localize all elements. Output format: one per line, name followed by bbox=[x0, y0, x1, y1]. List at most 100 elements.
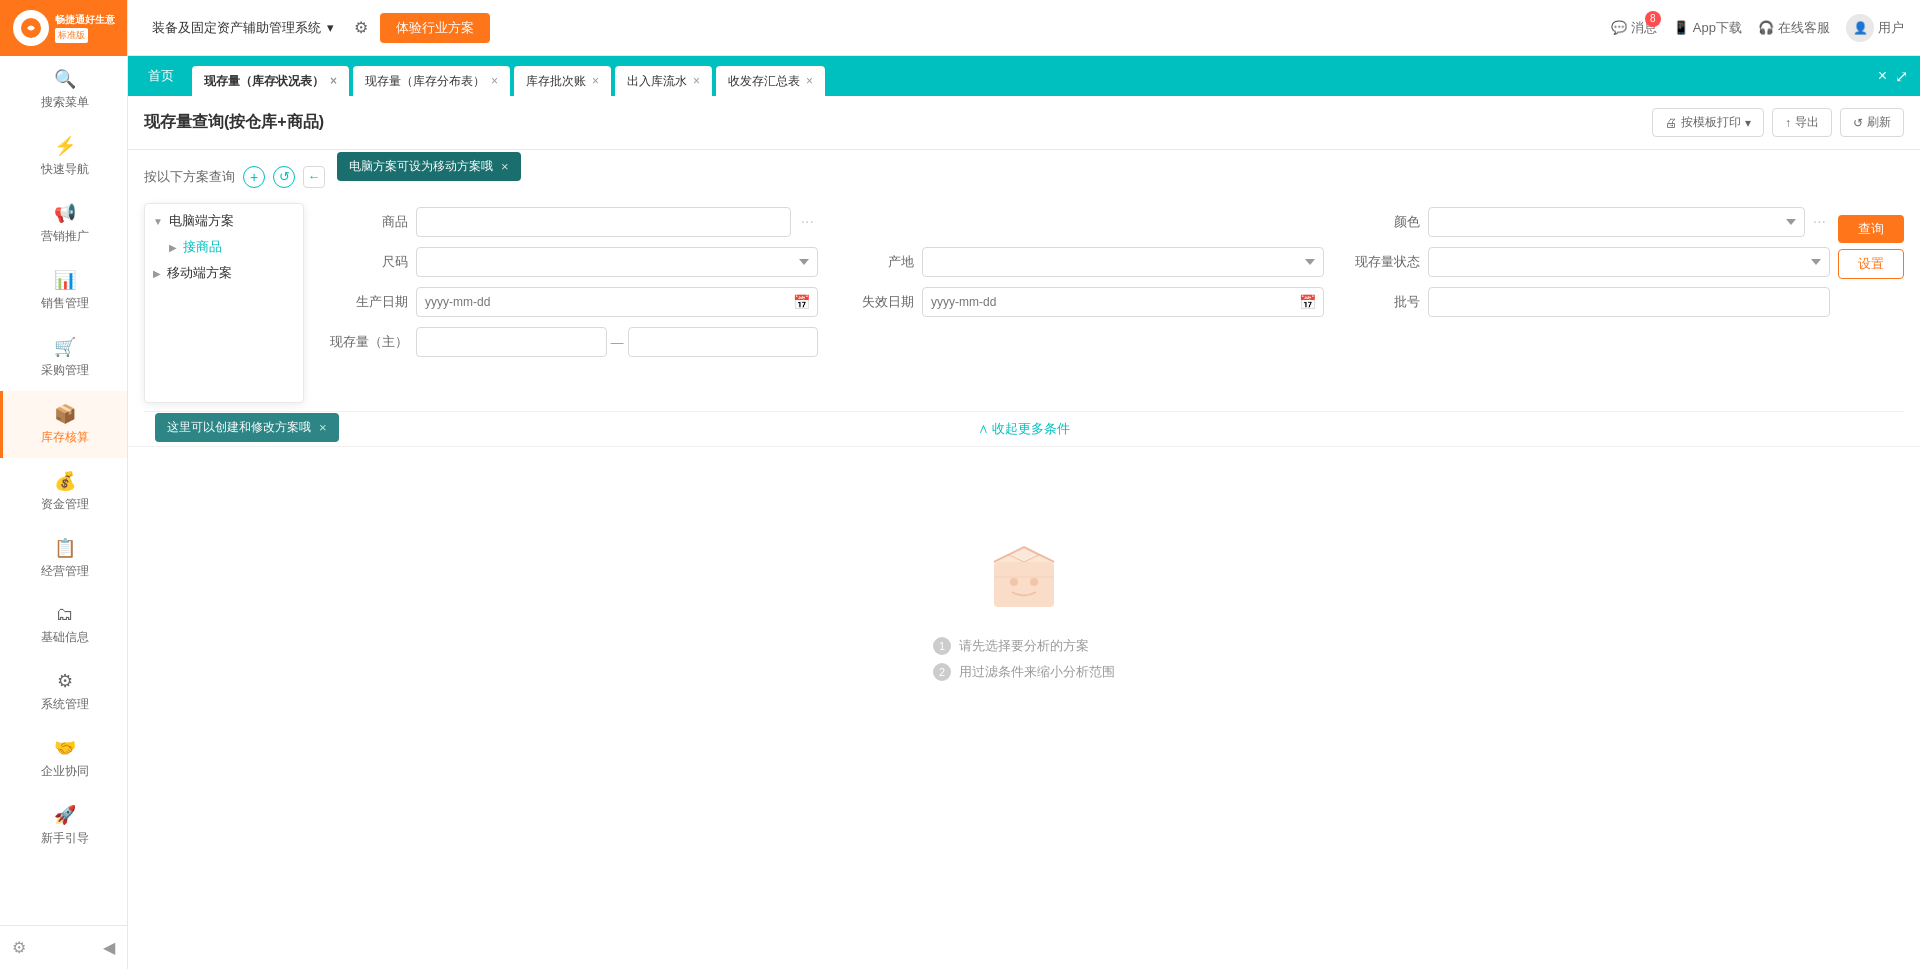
tab-close-icon[interactable]: × bbox=[491, 74, 498, 88]
marketing-icon: 📢 bbox=[54, 202, 76, 224]
footer-settings-icon[interactable]: ⚙ bbox=[12, 938, 26, 957]
tooltip2-close-icon[interactable]: × bbox=[319, 420, 327, 435]
mfg-date-input[interactable] bbox=[416, 287, 818, 317]
app-download-action[interactable]: 📱 App下载 bbox=[1673, 19, 1742, 37]
sidebar-item-enterprise[interactable]: 🤝 企业协同 bbox=[0, 725, 127, 792]
calendar-icon[interactable]: 📅 bbox=[793, 294, 810, 310]
color-select-wrap: ··· bbox=[1428, 207, 1830, 237]
sidebar-item-label: 基础信息 bbox=[41, 629, 89, 646]
size-select[interactable] bbox=[416, 247, 818, 277]
sidebar-item-marketing[interactable]: 📢 营销推广 bbox=[0, 190, 127, 257]
filter-refresh-button[interactable]: ↺ bbox=[273, 166, 295, 188]
filter-row-mfg-date: 生产日期 📅 bbox=[328, 287, 818, 317]
finance-icon: 💰 bbox=[54, 470, 76, 492]
mfg-date-label: 生产日期 bbox=[328, 293, 408, 311]
desktop-scheme-sub-item[interactable]: ▶ 接商品 bbox=[145, 234, 303, 260]
svg-point-2 bbox=[1010, 578, 1018, 586]
set-button[interactable]: 设置 bbox=[1838, 249, 1904, 279]
desktop-scheme-item[interactable]: ▼ 电脑端方案 bbox=[145, 208, 303, 234]
export-button[interactable]: ↑ 导出 bbox=[1772, 108, 1832, 137]
query-action-panel: 查询 设置 bbox=[1830, 203, 1904, 403]
tip-num-1: 1 bbox=[933, 637, 951, 655]
tab-receive-summary[interactable]: 收发存汇总表 × bbox=[716, 66, 825, 96]
tab-close-all-icon[interactable]: × bbox=[1878, 67, 1887, 86]
trial-button[interactable]: 体验行业方案 bbox=[380, 13, 490, 43]
tab-close-icon[interactable]: × bbox=[693, 74, 700, 88]
product-input-wrap: ··· bbox=[416, 207, 818, 237]
online-support-action[interactable]: 🎧 在线客服 bbox=[1758, 19, 1830, 37]
filter-add-button[interactable]: + bbox=[243, 166, 265, 188]
color-select[interactable] bbox=[1428, 207, 1805, 237]
message-icon: 💬 bbox=[1611, 20, 1627, 35]
user-label: 用户 bbox=[1878, 19, 1904, 37]
batch-input[interactable] bbox=[1428, 287, 1830, 317]
sidebar-footer: ⚙ ◀ bbox=[0, 925, 127, 969]
guide-icon: 🚀 bbox=[54, 804, 76, 826]
mobile-scheme-item[interactable]: ▶ 移动端方案 bbox=[145, 260, 303, 286]
stock-qty-min[interactable] bbox=[416, 327, 607, 357]
tab-inventory-status[interactable]: 现存量（库存状况表） × bbox=[192, 66, 349, 96]
filter-arrow-button[interactable]: ← bbox=[303, 166, 325, 188]
sidebar-item-label: 资金管理 bbox=[41, 496, 89, 513]
desktop-scheme-label: 电脑端方案 bbox=[169, 212, 234, 230]
tab-inventory-dist[interactable]: 现存量（库存分布表） × bbox=[353, 66, 510, 96]
sidebar-item-purchase[interactable]: 🛒 采购管理 bbox=[0, 324, 127, 391]
stock-status-select[interactable] bbox=[1428, 247, 1830, 277]
sidebar-item-guide[interactable]: 🚀 新手引导 bbox=[0, 792, 127, 859]
sidebar-item-finance[interactable]: 💰 资金管理 bbox=[0, 458, 127, 525]
refresh-icon: ↺ bbox=[1853, 116, 1863, 130]
tab-batch-account[interactable]: 库存批次账 × bbox=[514, 66, 611, 96]
sidebar-item-sales[interactable]: 📊 销售管理 bbox=[0, 257, 127, 324]
tab-label: 收发存汇总表 bbox=[728, 73, 800, 90]
footer-collapse-icon[interactable]: ◀ bbox=[103, 938, 115, 957]
sidebar-item-label: 系统管理 bbox=[41, 696, 89, 713]
exp-date-label: 失效日期 bbox=[834, 293, 914, 311]
product-input[interactable] bbox=[416, 207, 791, 237]
message-action[interactable]: 💬 消息 8 bbox=[1611, 19, 1657, 37]
sidebar-item-quicknav[interactable]: ⚡ 快速导航 bbox=[0, 123, 127, 190]
top-header: 装备及固定资产辅助管理系统 ▾ ⚙ 体验行业方案 💬 消息 8 📱 App下载 … bbox=[128, 0, 1920, 56]
tooltip-text: 电脑方案可设为移动方案哦 bbox=[349, 158, 493, 175]
origin-select[interactable] bbox=[922, 247, 1324, 277]
stock-qty-max[interactable] bbox=[628, 327, 819, 357]
tab-expand-icon[interactable]: ⤢ bbox=[1895, 67, 1908, 86]
user-action[interactable]: 👤 用户 bbox=[1846, 14, 1904, 42]
tab-close-icon[interactable]: × bbox=[592, 74, 599, 88]
sidebar-item-label: 营销推广 bbox=[41, 228, 89, 245]
color-dots-icon[interactable]: ··· bbox=[1809, 213, 1830, 231]
query-button[interactable]: 查询 bbox=[1838, 215, 1904, 243]
product-label: 商品 bbox=[328, 213, 408, 231]
tab-label: 现存量（库存状况表） bbox=[204, 73, 324, 90]
origin-label: 产地 bbox=[834, 253, 914, 271]
tab-flow[interactable]: 出入库流水 × bbox=[615, 66, 712, 96]
collapse-label: ∧ 收起更多条件 bbox=[978, 421, 1071, 436]
sidebar-item-basic[interactable]: 🗂 基础信息 bbox=[0, 592, 127, 658]
sidebar-item-inventory[interactable]: 📦 库存核算 bbox=[0, 391, 127, 458]
sub-arrow-icon: ▶ bbox=[169, 242, 177, 253]
tooltip2-text: 这里可以创建和修改方案哦 bbox=[167, 419, 311, 436]
sidebar-item-system[interactable]: ⚙ 系统管理 bbox=[0, 658, 127, 725]
calendar2-icon[interactable]: 📅 bbox=[1299, 294, 1316, 310]
tab-close-icon[interactable]: × bbox=[806, 74, 813, 88]
collapse-row[interactable]: ∧ 收起更多条件 bbox=[144, 411, 1904, 446]
product-dots-icon[interactable]: ··· bbox=[797, 213, 818, 231]
sidebar-item-search[interactable]: 🔍 搜索菜单 bbox=[0, 56, 127, 123]
phone-icon: 📱 bbox=[1673, 20, 1689, 35]
tab-home[interactable]: 首页 bbox=[132, 56, 190, 96]
tooltip-close-icon[interactable]: × bbox=[501, 159, 509, 174]
logo-text: 畅捷通好生意 标准版 bbox=[55, 13, 115, 43]
system-selector[interactable]: 装备及固定资产辅助管理系统 ▾ bbox=[144, 15, 342, 41]
enterprise-icon: 🤝 bbox=[54, 737, 76, 759]
tooltip-create-scheme: 这里可以创建和修改方案哦 × bbox=[155, 413, 339, 442]
filter-row-batch: 批号 bbox=[1340, 287, 1830, 317]
mfg-date-wrap: 📅 bbox=[416, 287, 818, 317]
print-button[interactable]: 🖨 按模板打印 ▾ bbox=[1652, 108, 1764, 137]
sidebar-item-operations[interactable]: 📋 经营管理 bbox=[0, 525, 127, 592]
tab-close-icon[interactable]: × bbox=[330, 74, 337, 88]
sidebar-logo: 畅捷通好生意 标准版 bbox=[0, 0, 127, 56]
empty-state: 1 请先选择要分析的方案 2 用过滤条件来缩小分析范围 bbox=[128, 447, 1920, 769]
exp-date-input[interactable] bbox=[922, 287, 1324, 317]
size-label: 尺码 bbox=[328, 253, 408, 271]
refresh-button[interactable]: ↺ 刷新 bbox=[1840, 108, 1904, 137]
settings-icon[interactable]: ⚙ bbox=[354, 18, 368, 37]
